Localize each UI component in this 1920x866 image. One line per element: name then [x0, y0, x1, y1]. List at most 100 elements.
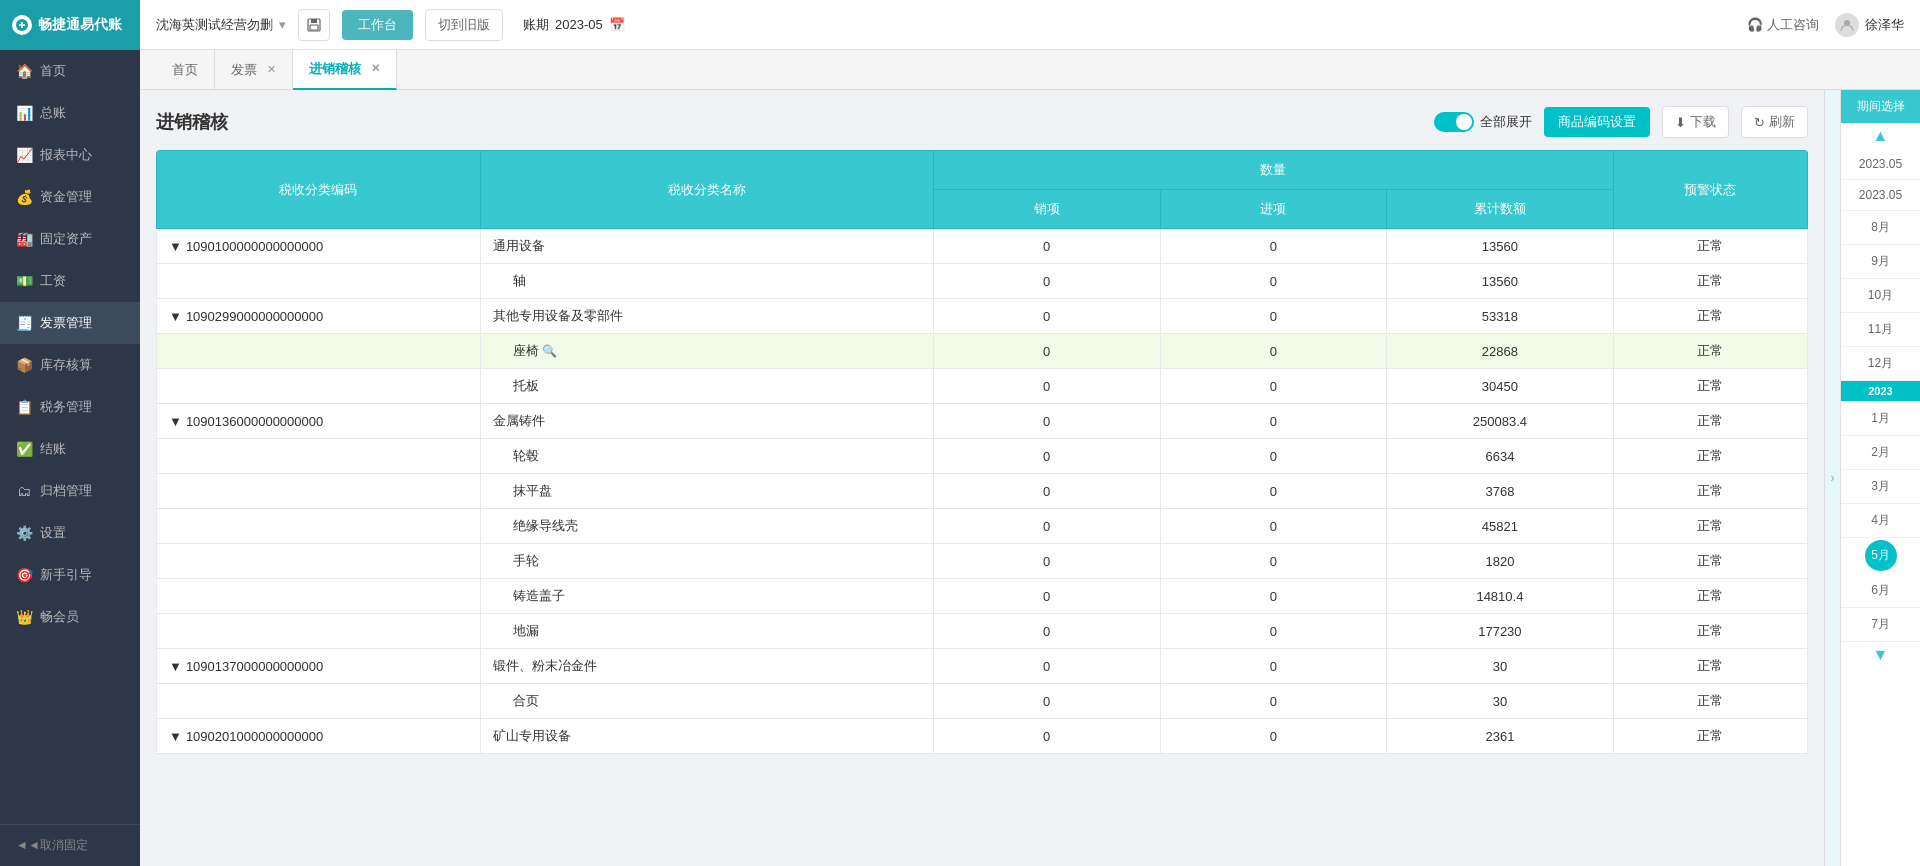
period-month-item[interactable]: 2月 [1841, 436, 1920, 470]
expand-toggle[interactable]: 全部展开 [1434, 112, 1532, 132]
download-button[interactable]: ⬇ 下载 [1662, 106, 1729, 138]
table-row: 手轮 0 0 1820 正常 [157, 544, 1808, 579]
sidebar-item-guide[interactable]: 🎯新手引导 [0, 554, 140, 596]
total-cell: 14810.4 [1387, 579, 1614, 614]
warning-cell: 正常 [1613, 404, 1807, 439]
purchase-cell: 0 [1160, 719, 1387, 754]
product-code-button[interactable]: 商品编码设置 [1544, 107, 1650, 137]
data-table: 税收分类编码 税收分类名称 数量 预警状态 销项 进项 累计数额 ▼109010 [156, 150, 1808, 754]
sidebar-footer[interactable]: ◄◄取消固定 [0, 824, 140, 866]
warning-cell: 正常 [1613, 649, 1807, 684]
page-header-actions: 全部展开 商品编码设置 ⬇ 下载 ↻ 刷新 [1434, 106, 1808, 138]
sidebar-item-inventory[interactable]: 📦库存核算 [0, 344, 140, 386]
sidebar-item-assets[interactable]: 🏭固定资产 [0, 218, 140, 260]
calendar-icon[interactable]: 📅 [609, 17, 625, 32]
period-month-item[interactable]: 11月 [1841, 313, 1920, 347]
sale-cell: 0 [933, 544, 1160, 579]
purchase-cell: 0 [1160, 369, 1387, 404]
workspace-button[interactable]: 工作台 [342, 10, 413, 40]
expand-icon[interactable]: ▼ [169, 729, 182, 744]
total-cell: 13560 [1387, 229, 1614, 264]
period-month-item[interactable]: 10月 [1841, 279, 1920, 313]
sidebar-item-settings[interactable]: ⚙️设置 [0, 512, 140, 554]
refresh-button[interactable]: ↻ 刷新 [1741, 106, 1808, 138]
period-month-item[interactable]: 5月 [1865, 540, 1897, 572]
table-row: 轴 0 0 13560 正常 [157, 264, 1808, 299]
support-button[interactable]: 🎧 人工咨询 [1747, 16, 1819, 34]
col-warning: 预警状态 [1613, 151, 1807, 229]
table-row: ▼1090100000000000000 通用设备 0 0 13560 正常 [157, 229, 1808, 264]
toggle-switch-icon[interactable] [1434, 112, 1474, 132]
period-month-item[interactable]: 3月 [1841, 470, 1920, 504]
period-header-item[interactable]: 2023.05 [1841, 180, 1920, 211]
period-month-item[interactable]: 6月 [1841, 574, 1920, 608]
sale-cell: 0 [933, 264, 1160, 299]
tax-code-cell [157, 614, 481, 649]
item-name-cell: 地漏 [480, 614, 933, 649]
old-version-button[interactable]: 切到旧版 [425, 9, 503, 41]
sidebar-item-funds[interactable]: 💰资金管理 [0, 176, 140, 218]
breadcrumb-bar: 首页发票✕进销稽核✕ [140, 50, 1920, 90]
warning-cell: 正常 [1613, 334, 1807, 369]
expand-icon[interactable]: ▼ [169, 309, 182, 324]
zoom-icon[interactable]: 🔍 [542, 344, 557, 358]
period-header-item[interactable]: 2023.05 [1841, 149, 1920, 180]
user-menu[interactable]: 徐泽华 [1835, 13, 1904, 37]
save-button[interactable] [298, 9, 330, 41]
page-content: 进销稽核 全部展开 商品编码设置 ⬇ 下载 ↻ 刷新 [140, 90, 1920, 866]
sidebar-item-invoice[interactable]: 🧾发票管理 [0, 302, 140, 344]
period-month-item[interactable]: 1月 [1841, 402, 1920, 436]
sidebar-item-checkout[interactable]: ✅结账 [0, 428, 140, 470]
tax-name-cell: 其他专用设备及零部件 [480, 299, 933, 334]
purchase-cell: 0 [1160, 334, 1387, 369]
sidebar-item-reports[interactable]: 📈报表中心 [0, 134, 140, 176]
warning-cell: 正常 [1613, 579, 1807, 614]
total-cell: 22868 [1387, 334, 1614, 369]
expand-icon[interactable]: ▼ [169, 414, 182, 429]
table-row: 合页 0 0 30 正常 [157, 684, 1808, 719]
expand-icon[interactable]: ▼ [169, 659, 182, 674]
sale-cell: 0 [933, 579, 1160, 614]
period-month-item[interactable]: 12月 [1841, 347, 1920, 381]
breadcrumb-tab-发票[interactable]: 发票✕ [215, 50, 293, 90]
breadcrumb-tab-首页[interactable]: 首页 [156, 50, 215, 90]
refresh-icon: ↻ [1754, 115, 1765, 130]
sidebar-item-tax[interactable]: 📋税务管理 [0, 386, 140, 428]
col-sale: 销项 [933, 190, 1160, 229]
sidebar-item-ledger[interactable]: 📊总账 [0, 92, 140, 134]
item-name-cell: 轮毂 [480, 439, 933, 474]
period-month-item[interactable]: 9月 [1841, 245, 1920, 279]
sidebar-item-label: 设置 [40, 524, 66, 542]
item-name-cell: 托板 [480, 369, 933, 404]
period-month-item[interactable]: 2023 [1841, 381, 1920, 402]
period-month-item[interactable]: 4月 [1841, 504, 1920, 538]
tax-code-cell: ▼1090100000000000000 [157, 229, 481, 264]
sidebar-item-label: 固定资产 [40, 230, 92, 248]
period-month-item[interactable]: 8月 [1841, 211, 1920, 245]
period-month-item[interactable]: 7月 [1841, 608, 1920, 642]
period-up-button[interactable]: ▲ [1873, 127, 1889, 145]
warning-cell: 正常 [1613, 614, 1807, 649]
close-icon[interactable]: ✕ [371, 62, 380, 75]
sale-cell: 0 [933, 614, 1160, 649]
sidebar-item-home[interactable]: 🏠首页 [0, 50, 140, 92]
checkout-icon: ✅ [16, 441, 32, 457]
sidebar-item-member[interactable]: 👑畅会员 [0, 596, 140, 638]
period-nav-down[interactable]: ▼ [1841, 642, 1920, 668]
period-down-button[interactable]: ▼ [1873, 646, 1889, 664]
sidebar-item-archive[interactable]: 🗂归档管理 [0, 470, 140, 512]
purchase-cell: 0 [1160, 649, 1387, 684]
invoice-icon: 🧾 [16, 315, 32, 331]
company-selector[interactable]: 沈海英测试经营勿删 ▾ [156, 16, 286, 34]
table-row: 托板 0 0 30450 正常 [157, 369, 1808, 404]
sale-cell: 0 [933, 684, 1160, 719]
total-cell: 45821 [1387, 509, 1614, 544]
period-value: 2023-05 [555, 17, 603, 32]
expand-icon[interactable]: ▼ [169, 239, 182, 254]
side-collapse-button[interactable]: › [1824, 90, 1840, 866]
sidebar-item-salary[interactable]: 💵工资 [0, 260, 140, 302]
breadcrumb-tab-进销稽核[interactable]: 进销稽核✕ [293, 50, 397, 90]
home-icon: 🏠 [16, 63, 32, 79]
period-nav-up[interactable]: ▲ [1841, 123, 1920, 149]
close-icon[interactable]: ✕ [267, 63, 276, 76]
